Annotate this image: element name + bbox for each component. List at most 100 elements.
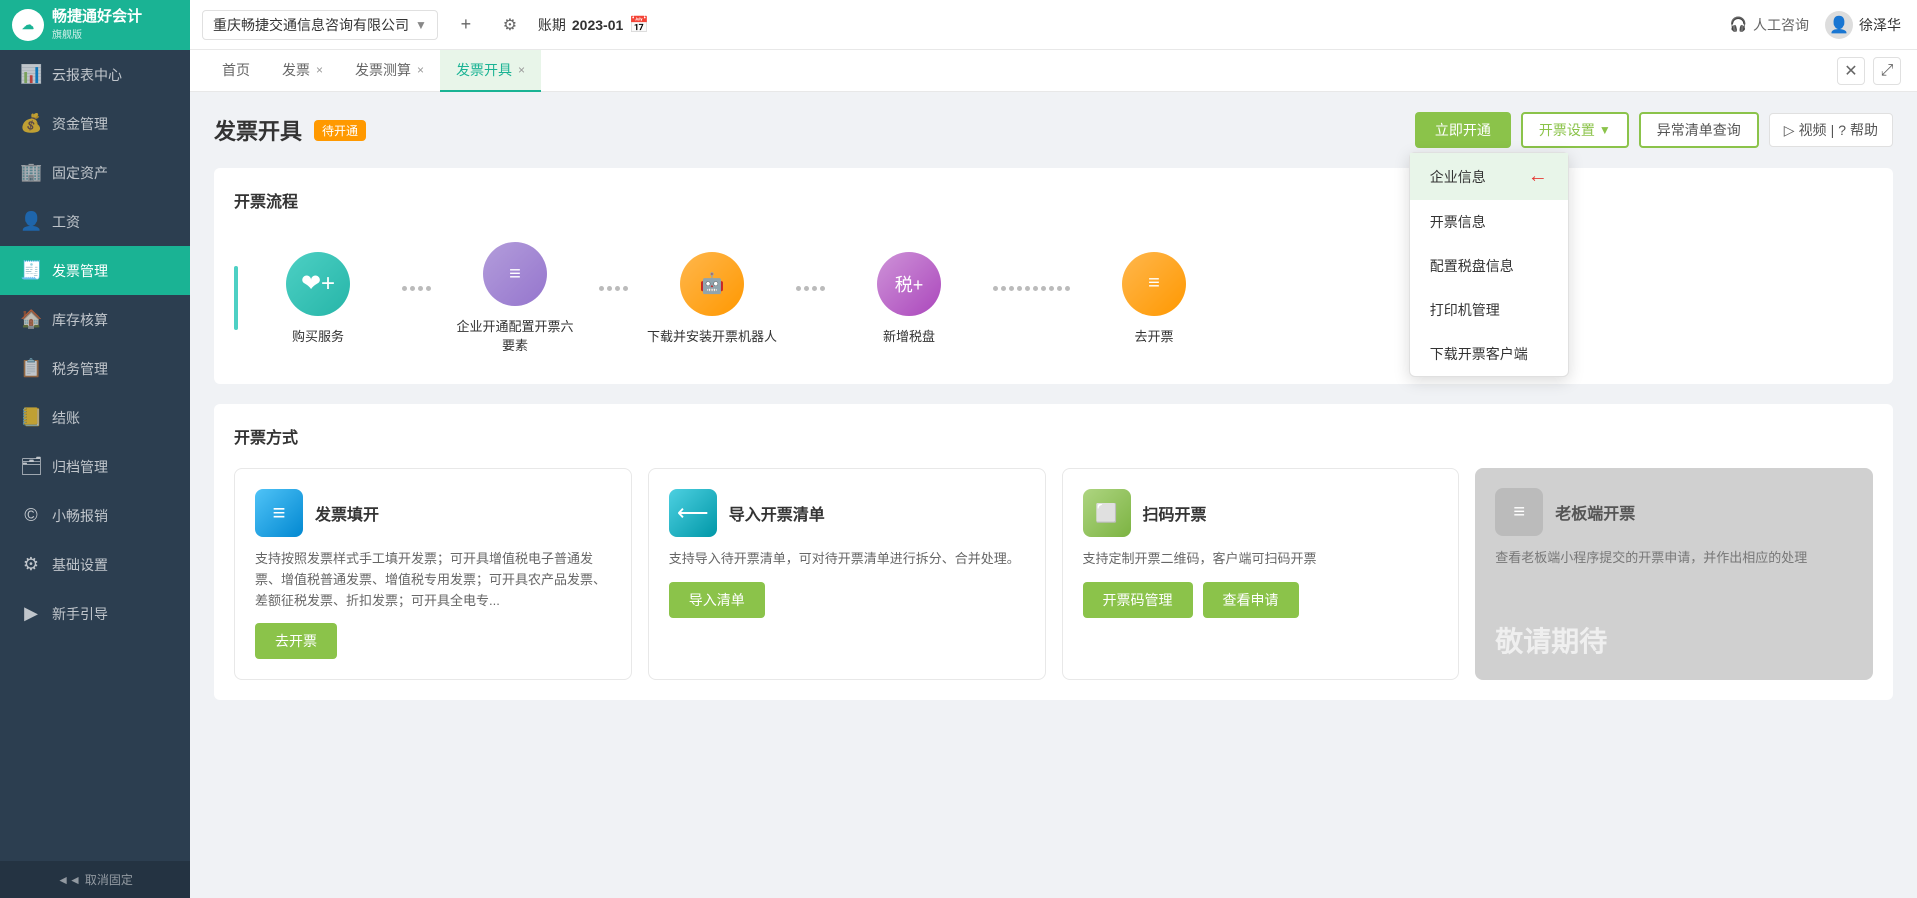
flow-step-config: ≡ 企业开通配置开票六要素: [435, 242, 595, 354]
tab-invoice-close[interactable]: ×: [316, 63, 323, 77]
calendar-icon[interactable]: 📅: [629, 15, 649, 35]
fund-icon: 💰: [20, 113, 42, 134]
archive-icon: 🗂: [20, 456, 42, 477]
expand-button[interactable]: ⤢: [1873, 57, 1901, 85]
sidebar-label-fixed-asset: 固定资产: [52, 163, 108, 183]
sidebar-label-guide: 新手引导: [52, 604, 108, 624]
sidebar-item-expense[interactable]: © 小畅报销: [0, 491, 190, 540]
close-tab-button[interactable]: ✕: [1837, 57, 1865, 85]
flow-step-buy: ❤+ 购买服务: [238, 252, 398, 345]
avatar-icon: 👤: [1829, 15, 1849, 35]
page-title: 发票开具: [214, 114, 302, 146]
dropdown-download-client[interactable]: 下载开票客户端: [1410, 332, 1568, 376]
video-label: 视频: [1799, 120, 1827, 140]
download-label: 下载并安装开票机器人: [647, 326, 777, 345]
dropdown-tax-disk[interactable]: 配置税盘信息: [1410, 244, 1568, 288]
tab-right-buttons: ✕ ⤢: [1837, 57, 1901, 85]
sidebar-label-base-settings: 基础设置: [52, 555, 108, 575]
sidebar-label-inventory: 库存核算: [52, 310, 108, 330]
cloud-report-icon: 📊: [20, 64, 42, 85]
settings-icon[interactable]: ⚙: [494, 9, 526, 41]
dropdown-printer[interactable]: 打印机管理: [1410, 288, 1568, 332]
download-icon: 🤖: [680, 252, 744, 316]
logo-icon: ☁: [12, 9, 44, 41]
go-invoice-label: 去开票: [1134, 326, 1173, 345]
account-period-label: 账期: [538, 15, 566, 35]
red-arrow-icon: ←: [1528, 165, 1548, 188]
add-tab-button[interactable]: +: [450, 9, 482, 41]
qr-manage-button[interactable]: 开票码管理: [1083, 582, 1193, 618]
scan-icon: ⬜: [1083, 489, 1131, 537]
flow-section-title: 开票流程: [234, 188, 1873, 212]
flow-step-download: 🤖 下载并安装开票机器人: [632, 252, 792, 345]
customer-service-button[interactable]: 🎧 人工咨询: [1730, 15, 1809, 35]
tab-invoice-open[interactable]: 发票开具 ×: [440, 50, 541, 92]
sidebar-item-fixed-asset[interactable]: 🏢 固定资产: [0, 148, 190, 197]
scan-desc: 支持定制开票二维码，客户端可扫码开票: [1083, 549, 1439, 570]
import-title: 导入开票清单: [729, 501, 825, 525]
settings-dropdown-menu: 企业信息 ← 开票信息 配置税盘信息 打印机管理: [1409, 152, 1569, 377]
scan-buttons: 开票码管理 查看申请: [1083, 582, 1439, 618]
dropdown-company-info[interactable]: 企业信息 ←: [1410, 153, 1568, 200]
tab-home-label: 首页: [222, 60, 250, 80]
sidebar-collapse-button[interactable]: ◄◄ 取消固定: [0, 861, 190, 898]
fill-title: 发票填开: [315, 501, 379, 525]
service-label: 人工咨询: [1753, 15, 1809, 35]
base-settings-icon: ⚙: [20, 554, 42, 575]
method-fill: ≡ 发票填开 支持按照发票样式手工填开发票；可开具增值税电子普通发票、增值税普通…: [234, 468, 632, 680]
sidebar-item-inventory[interactable]: 🏠 库存核算: [0, 295, 190, 344]
video-help-button[interactable]: ▷ 视频 | ? 帮助: [1769, 113, 1893, 147]
tab-invoice-calc-label: 发票测算: [355, 60, 411, 80]
pin-left-icon: ◄◄: [57, 873, 81, 887]
tab-invoice-calc-close[interactable]: ×: [417, 63, 424, 77]
exception-list-button[interactable]: 异常清单查询: [1639, 112, 1759, 148]
user-info[interactable]: 👤 徐泽华: [1825, 11, 1901, 39]
methods-section-title: 开票方式: [234, 424, 1873, 448]
fill-desc: 支持按照发票样式手工填开发票；可开具增值税电子普通发票、增值税普通发票、增值税专…: [255, 549, 611, 611]
invoice-settings-button[interactable]: 开票设置 ▼: [1521, 112, 1629, 148]
tab-invoice-calc[interactable]: 发票测算 ×: [339, 50, 440, 92]
sidebar-label-fund: 资金管理: [52, 114, 108, 134]
invoice-settings-label: 开票设置: [1539, 120, 1595, 140]
fill-icon: ≡: [255, 489, 303, 537]
tab-invoice[interactable]: 发票 ×: [266, 50, 339, 92]
tax-icon: 📋: [20, 358, 42, 379]
add-tax-icon: 税+: [877, 252, 941, 316]
top-bar: ☁ 畅捷通好会计 旗舰版 重庆畅捷交通信息咨询有限公司 ▼ + ⚙ 账期 202…: [0, 0, 1917, 50]
add-tax-label: 新增税盘: [883, 326, 935, 345]
payroll-icon: 👤: [20, 211, 42, 232]
dropdown-invoice-info[interactable]: 开票信息: [1410, 200, 1568, 244]
company-selector[interactable]: 重庆畅捷交通信息咨询有限公司 ▼: [202, 10, 438, 40]
fill-go-button[interactable]: 去开票: [255, 623, 337, 659]
view-apply-button[interactable]: 查看申请: [1203, 582, 1299, 618]
sidebar-item-archive[interactable]: 🗂 归档管理: [0, 442, 190, 491]
sidebar-item-base-settings[interactable]: ⚙ 基础设置: [0, 540, 190, 589]
method-scan: ⬜ 扫码开票 支持定制开票二维码，客户端可扫码开票 开票码管理 查看申请: [1062, 468, 1460, 680]
method-import: ⟵ 导入开票清单 支持导入待开票清单，可对待开票清单进行拆分、合并处理。 导入清…: [648, 468, 1046, 680]
boss-title: 老板端开票: [1555, 500, 1635, 524]
sidebar-label-payroll: 工资: [52, 212, 80, 232]
user-avatar: 👤: [1825, 11, 1853, 39]
sidebar-item-guide[interactable]: ▶ 新手引导: [0, 589, 190, 638]
sidebar-item-invoice[interactable]: 🧾 发票管理: [0, 246, 190, 295]
tab-home[interactable]: 首页: [206, 50, 266, 92]
account-period-value: 2023-01: [572, 17, 623, 33]
settings-dropdown-wrapper: 开票设置 ▼ 企业信息 ← 开票信息: [1521, 112, 1629, 148]
connector-2: [595, 286, 632, 291]
tab-invoice-open-label: 发票开具: [456, 60, 512, 80]
sidebar-item-settle[interactable]: 📒 结账: [0, 393, 190, 442]
tab-invoice-open-close[interactable]: ×: [518, 63, 525, 77]
sidebar-item-fund[interactable]: 💰 资金管理: [0, 99, 190, 148]
sidebar-item-cloud-report[interactable]: 📊 云报表中心: [0, 50, 190, 99]
methods-grid: ≡ 发票填开 支持按照发票样式手工填开发票；可开具增值税电子普通发票、增值税普通…: [234, 468, 1873, 680]
sidebar-label-cloud-report: 云报表中心: [52, 65, 122, 85]
sidebar-label-archive: 归档管理: [52, 457, 108, 477]
import-list-button[interactable]: 导入清单: [669, 582, 765, 618]
sidebar-item-payroll[interactable]: 👤 工资: [0, 197, 190, 246]
methods-section: 开票方式 ≡ 发票填开 支持按照发票样式手工填开发票；可开具增值税电子普通发票、…: [214, 404, 1893, 700]
settle-icon: 📒: [20, 407, 42, 428]
sidebar-item-tax[interactable]: 📋 税务管理: [0, 344, 190, 393]
account-period: 账期 2023-01 📅: [538, 15, 649, 35]
buy-service-icon: ❤+: [286, 252, 350, 316]
activate-button[interactable]: 立即开通: [1415, 112, 1511, 148]
